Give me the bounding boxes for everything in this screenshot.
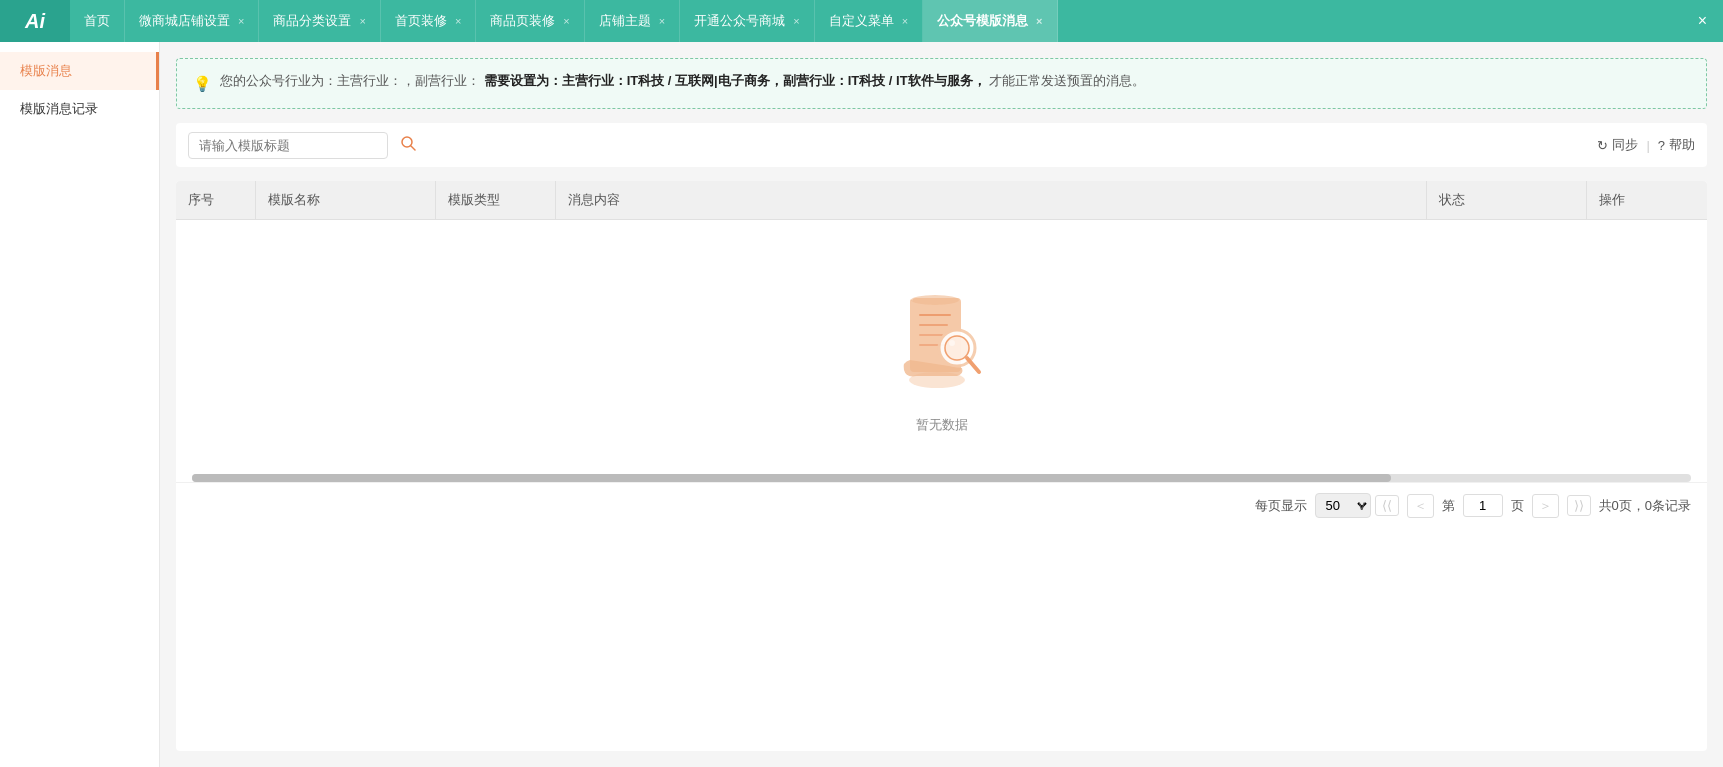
nav-tab-custom-menu[interactable]: 自定义菜单 × bbox=[815, 0, 923, 42]
nav-tab-home[interactable]: 首页 bbox=[70, 0, 125, 42]
prev-page-button[interactable]: ＜ bbox=[1407, 494, 1434, 518]
sidebar-item-template-msg-log-label: 模版消息记录 bbox=[20, 101, 98, 116]
nav-tab-template-msg-close[interactable]: × bbox=[1036, 15, 1042, 27]
content-area: 💡 您的公众号行业为：主营行业：，副营行业： 需要设置为：主营行业：IT科技 /… bbox=[160, 42, 1723, 767]
top-navigation: Ai 首页 微商城店铺设置 × 商品分类设置 × 首页装修 × 商品页装修 × … bbox=[0, 0, 1723, 42]
page-prefix: 第 bbox=[1442, 497, 1455, 515]
nav-tab-product-decor-close[interactable]: × bbox=[563, 15, 569, 27]
help-label: 帮助 bbox=[1669, 136, 1695, 154]
sync-button[interactable]: ↻ 同步 bbox=[1597, 136, 1638, 154]
nav-tab-wshop[interactable]: 微商城店铺设置 × bbox=[125, 0, 259, 42]
app-logo: Ai bbox=[0, 0, 70, 42]
notice-banner: 💡 您的公众号行业为：主营行业：，副营行业： 需要设置为：主营行业：IT科技 /… bbox=[176, 58, 1707, 109]
col-action: 操作 bbox=[1587, 181, 1707, 219]
notice-text-prefix: 您的公众号行业为：主营行业：，副营行业： bbox=[220, 73, 480, 88]
nav-tab-shop-theme[interactable]: 店铺主题 × bbox=[585, 0, 680, 42]
nav-tab-template-msg-label: 公众号模版消息 bbox=[937, 12, 1028, 30]
nav-tab-shop-theme-close[interactable]: × bbox=[659, 15, 665, 27]
search-input[interactable] bbox=[188, 132, 388, 159]
nav-tab-template-msg[interactable]: 公众号模版消息 × bbox=[923, 0, 1057, 42]
sidebar-item-template-msg[interactable]: 模版消息 bbox=[0, 52, 159, 90]
nav-tab-home-decor-label: 首页装修 bbox=[395, 12, 447, 30]
table-container: 序号 模版名称 模版类型 消息内容 状态 操作 bbox=[176, 181, 1707, 751]
nav-tab-home-label: 首页 bbox=[84, 12, 110, 30]
scrollbar-thumb[interactable] bbox=[192, 474, 1391, 482]
help-button[interactable]: ? 帮助 bbox=[1658, 136, 1695, 154]
table-header: 序号 模版名称 模版类型 消息内容 状态 操作 bbox=[176, 181, 1707, 220]
notice-text-suffix: 才能正常发送预置的消息。 bbox=[989, 73, 1145, 88]
col-index: 序号 bbox=[176, 181, 256, 219]
total-records: 共0页，0条记录 bbox=[1599, 497, 1691, 515]
empty-state: 暂无数据 bbox=[176, 220, 1707, 474]
empty-text: 暂无数据 bbox=[916, 416, 968, 434]
nav-tab-wshop-label: 微商城店铺设置 bbox=[139, 12, 230, 30]
search-icon bbox=[400, 135, 416, 151]
toolbar: ↻ 同步 | ? 帮助 bbox=[176, 123, 1707, 167]
nav-tab-category-label: 商品分类设置 bbox=[273, 12, 351, 30]
nav-close-all-button[interactable]: × bbox=[1682, 0, 1723, 42]
nav-tab-open-shop-label: 开通公众号商城 bbox=[694, 12, 785, 30]
svg-line-1 bbox=[411, 146, 415, 150]
sidebar-item-template-msg-log[interactable]: 模版消息记录 bbox=[0, 90, 159, 128]
nav-tab-product-decor[interactable]: 商品页装修 × bbox=[476, 0, 584, 42]
nav-tab-category-close[interactable]: × bbox=[359, 15, 365, 27]
sync-label: 同步 bbox=[1612, 136, 1638, 154]
pagination-bar: 每页显示 50 10 20 100 ∨ ⟨⟨ ＜ 第 页 ＞ ⟩⟩ 共0页，0条… bbox=[176, 482, 1707, 528]
last-page-button[interactable]: ⟩⟩ bbox=[1567, 495, 1591, 516]
horizontal-scrollbar[interactable] bbox=[192, 474, 1691, 482]
nav-tab-custom-menu-label: 自定义菜单 bbox=[829, 12, 894, 30]
search-button[interactable] bbox=[396, 131, 420, 159]
nav-tab-home-decor[interactable]: 首页装修 × bbox=[381, 0, 476, 42]
sidebar: 模版消息 模版消息记录 bbox=[0, 42, 160, 767]
page-number-input[interactable] bbox=[1463, 494, 1503, 517]
toolbar-left bbox=[188, 131, 420, 159]
svg-line-11 bbox=[967, 358, 979, 372]
notice-text: 您的公众号行业为：主营行业：，副营行业： 需要设置为：主营行业：IT科技 / 互… bbox=[220, 71, 1145, 92]
svg-point-12 bbox=[949, 340, 955, 346]
col-name: 模版名称 bbox=[256, 181, 436, 219]
nav-tab-home-decor-close[interactable]: × bbox=[455, 15, 461, 27]
nav-tab-open-shop[interactable]: 开通公众号商城 × bbox=[680, 0, 814, 42]
col-status: 状态 bbox=[1427, 181, 1587, 219]
page-label: 页 bbox=[1511, 497, 1524, 515]
page-size-label: 每页显示 bbox=[1255, 497, 1307, 515]
next-page-button[interactable]: ＞ bbox=[1532, 494, 1559, 518]
notice-text-bold: 需要设置为：主营行业：IT科技 / 互联网|电子商务，副营行业：IT科技 / I… bbox=[484, 73, 986, 88]
toolbar-divider: | bbox=[1646, 138, 1649, 153]
sidebar-item-template-msg-label: 模版消息 bbox=[20, 63, 72, 78]
sync-icon: ↻ bbox=[1597, 138, 1608, 153]
col-type: 模版类型 bbox=[436, 181, 556, 219]
page-size-select[interactable]: 50 10 20 100 bbox=[1315, 493, 1371, 518]
nav-tab-open-shop-close[interactable]: × bbox=[793, 15, 799, 27]
empty-illustration bbox=[882, 280, 1002, 400]
first-page-button[interactable]: ⟨⟨ bbox=[1375, 495, 1399, 516]
empty-svg bbox=[882, 280, 1002, 400]
nav-tab-wshop-close[interactable]: × bbox=[238, 15, 244, 27]
nav-tab-shop-theme-label: 店铺主题 bbox=[599, 12, 651, 30]
nav-tab-custom-menu-close[interactable]: × bbox=[902, 15, 908, 27]
nav-tab-category[interactable]: 商品分类设置 × bbox=[259, 0, 380, 42]
help-circle-icon: ? bbox=[1658, 138, 1665, 153]
notice-icon: 💡 bbox=[193, 72, 212, 96]
svg-point-3 bbox=[911, 295, 959, 305]
main-layout: 模版消息 模版消息记录 💡 您的公众号行业为：主营行业：，副营行业： 需要设置为… bbox=[0, 42, 1723, 767]
nav-tab-product-decor-label: 商品页装修 bbox=[490, 12, 555, 30]
col-content: 消息内容 bbox=[556, 181, 1427, 219]
toolbar-right: ↻ 同步 | ? 帮助 bbox=[1597, 136, 1695, 154]
